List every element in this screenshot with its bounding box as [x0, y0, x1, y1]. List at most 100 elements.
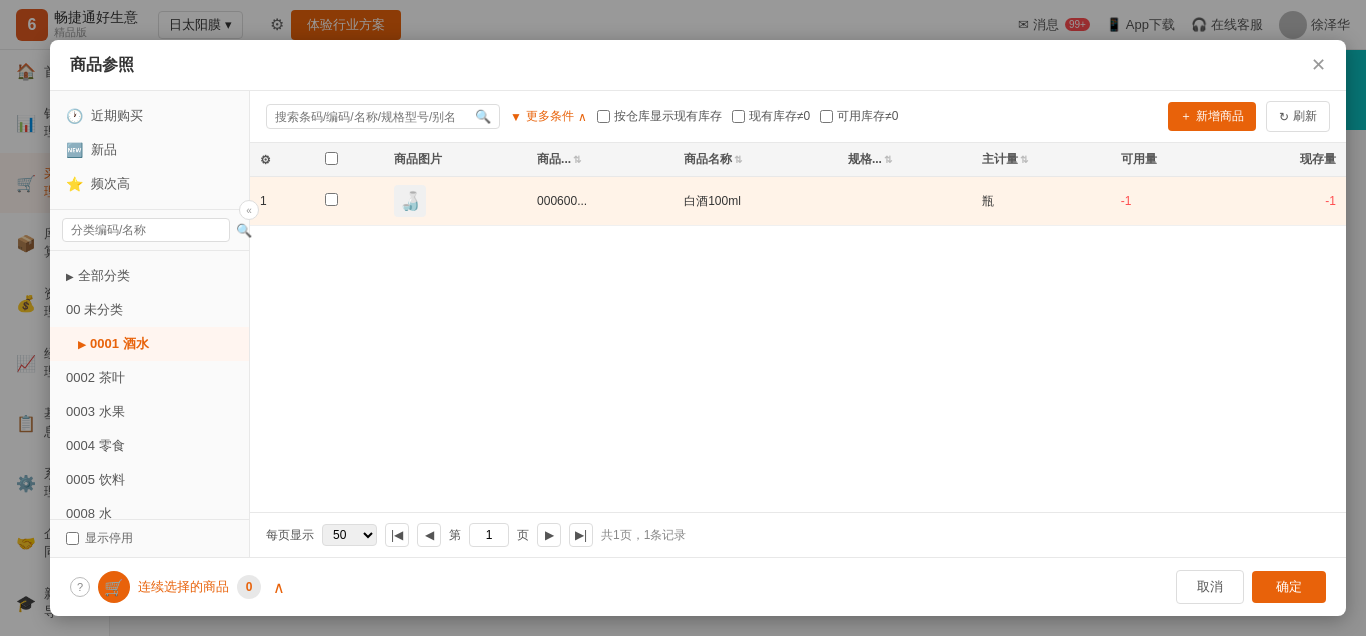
show-disabled-checkbox[interactable] — [66, 532, 79, 545]
quick-label-frequent: 频次高 — [91, 175, 130, 193]
add-product-label: 新增商品 — [1196, 108, 1244, 125]
quick-frequent[interactable]: ⭐ 频次高 — [50, 167, 249, 201]
quick-label-recent: 近期购买 — [91, 107, 143, 125]
col-code[interactable]: 商品...⇅ — [527, 143, 674, 177]
chevron-up-icon: ∧ — [578, 110, 587, 124]
cat-item-fruit[interactable]: 0003 水果 — [50, 395, 249, 429]
cat-label-0004: 0004 零食 — [66, 437, 125, 455]
cart-area: 🛒 连续选择的商品 0 ∧ — [98, 571, 285, 603]
cat-item-water[interactable]: 0008 水 — [50, 497, 249, 519]
show-disabled-label: 显示停用 — [85, 530, 133, 547]
warehouse-stock-checkbox[interactable] — [597, 110, 610, 123]
cat-item-snack[interactable]: 0004 零食 — [50, 429, 249, 463]
col-name[interactable]: 商品名称⇅ — [674, 143, 838, 177]
expand-icon: ▶ — [66, 271, 74, 282]
quick-recent-purchases[interactable]: 🕐 近期购买 — [50, 99, 249, 133]
pagination-bar: 每页显示 50 100 200 |◀ ◀ 第 页 ▶ ▶| 共1页，1条记录 — [250, 512, 1346, 557]
refresh-button[interactable]: ↻ 刷新 — [1266, 101, 1330, 132]
current-stock-filter[interactable]: 现有库存≠0 — [732, 108, 810, 125]
page-size-select[interactable]: 50 100 200 — [322, 524, 377, 546]
modal-left-panel: 🕐 近期购买 🆕 新品 ⭐ 频次高 « 🔍 — [50, 91, 250, 557]
quick-access-section: 🕐 近期购买 🆕 新品 ⭐ 频次高 — [50, 91, 249, 210]
last-page-button[interactable]: ▶| — [569, 523, 593, 547]
refresh-label: 刷新 — [1293, 108, 1317, 125]
current-stock-checkbox[interactable] — [732, 110, 745, 123]
col-image: 商品图片 — [384, 143, 527, 177]
col-unit[interactable]: 主计量⇅ — [972, 143, 1111, 177]
confirm-button[interactable]: 确定 — [1252, 571, 1326, 603]
col-stock: 现存量 — [1228, 143, 1346, 177]
new-icon: 🆕 — [66, 142, 83, 158]
cat-label-0001: 0001 酒水 — [90, 335, 149, 353]
product-search-input[interactable] — [275, 110, 475, 124]
product-reference-modal: 商品参照 ✕ 🕐 近期购买 🆕 新品 ⭐ 频次高 — [50, 40, 1346, 616]
row-num: 1 — [250, 177, 315, 226]
modal-right-panel: 🔍 ▼ 更多条件 ∧ 按仓库显示现有库存 现有库存≠0 可用库存≠0 — [250, 91, 1346, 557]
page-size-label: 每页显示 — [266, 527, 314, 544]
cancel-button[interactable]: 取消 — [1176, 570, 1244, 604]
quick-label-new: 新品 — [91, 141, 117, 159]
available-stock-filter[interactable]: 可用库存≠0 — [820, 108, 898, 125]
quick-new-products[interactable]: 🆕 新品 — [50, 133, 249, 167]
cat-item-liquor[interactable]: ▶ 0001 酒水 — [50, 327, 249, 361]
filter-icon: ▼ — [510, 110, 522, 124]
cat-label-all: 全部分类 — [78, 267, 130, 285]
cat-item-tea[interactable]: 0002 茶叶 — [50, 361, 249, 395]
category-search-icon[interactable]: 🔍 — [236, 223, 252, 238]
row-checkbox[interactable] — [315, 177, 384, 226]
cat-label-0003: 0003 水果 — [66, 403, 125, 421]
active-expand-icon: ▶ — [78, 339, 86, 350]
product-thumbnail: 🍶 — [394, 185, 426, 217]
category-search-area: 🔍 — [50, 210, 249, 251]
warehouse-stock-label: 按仓库显示现有库存 — [614, 108, 722, 125]
page-number-input[interactable] — [469, 523, 509, 547]
plus-icon: ＋ — [1180, 108, 1192, 125]
modal-header: 商品参照 ✕ — [50, 40, 1346, 91]
next-page-button[interactable]: ▶ — [537, 523, 561, 547]
modal-close-button[interactable]: ✕ — [1311, 54, 1326, 76]
col-checkbox[interactable] — [315, 143, 384, 177]
available-stock-label: 可用库存≠0 — [837, 108, 898, 125]
product-search-icon[interactable]: 🔍 — [475, 109, 491, 124]
col-spec[interactable]: 规格...⇅ — [838, 143, 972, 177]
cart-icon: 🛒 — [98, 571, 130, 603]
available-stock-checkbox[interactable] — [820, 110, 833, 123]
cat-label-0008: 0008 水 — [66, 505, 112, 519]
category-list: ▶ 全部分类 00 未分类 ▶ 0001 酒水 0002 茶叶 0003 水果 — [50, 251, 249, 519]
product-search-box: 🔍 — [266, 104, 500, 129]
col-settings[interactable]: ⚙ — [250, 143, 315, 177]
cart-label: 连续选择的商品 — [138, 578, 229, 596]
total-info: 共1页，1条记录 — [601, 527, 686, 544]
row-code: 000600... — [527, 177, 674, 226]
page-unit: 页 — [517, 527, 529, 544]
star-icon: ⭐ — [66, 176, 83, 192]
row-available: -1 — [1111, 177, 1229, 226]
cat-item-uncategorized[interactable]: 00 未分类 — [50, 293, 249, 327]
collapse-cart-button[interactable]: ∧ — [273, 578, 285, 597]
show-disabled-section: 显示停用 — [50, 519, 249, 557]
help-icon[interactable]: ? — [70, 577, 90, 597]
more-conditions-button[interactable]: ▼ 更多条件 ∧ — [510, 108, 587, 125]
modal-title: 商品参照 — [70, 55, 134, 76]
add-product-button[interactable]: ＋ 新增商品 — [1168, 102, 1256, 131]
cat-item-beverage[interactable]: 0005 饮料 — [50, 463, 249, 497]
more-conditions-label: 更多条件 — [526, 108, 574, 125]
first-page-button[interactable]: |◀ — [385, 523, 409, 547]
row-name: 白酒100ml — [674, 177, 838, 226]
cat-label-00: 00 未分类 — [66, 301, 123, 319]
select-all-checkbox[interactable] — [325, 152, 338, 165]
row-image: 🍶 — [384, 177, 527, 226]
cat-label-0005: 0005 饮料 — [66, 471, 125, 489]
page-label: 第 — [449, 527, 461, 544]
row-unit: 瓶 — [972, 177, 1111, 226]
warehouse-stock-filter[interactable]: 按仓库显示现有库存 — [597, 108, 722, 125]
collapse-left-panel-button[interactable]: « — [239, 200, 259, 220]
prev-page-button[interactable]: ◀ — [417, 523, 441, 547]
category-search-input[interactable] — [62, 218, 230, 242]
modal-body: 🕐 近期购买 🆕 新品 ⭐ 频次高 « 🔍 — [50, 91, 1346, 557]
cat-item-all[interactable]: ▶ 全部分类 — [50, 259, 249, 293]
row-select-checkbox[interactable] — [325, 193, 338, 206]
modal-footer: ? 🛒 连续选择的商品 0 ∧ 取消 确定 — [50, 557, 1346, 616]
table-row[interactable]: 1 🍶 000600... 白酒100ml 瓶 -1 -1 — [250, 177, 1346, 226]
current-stock-label: 现有库存≠0 — [749, 108, 810, 125]
